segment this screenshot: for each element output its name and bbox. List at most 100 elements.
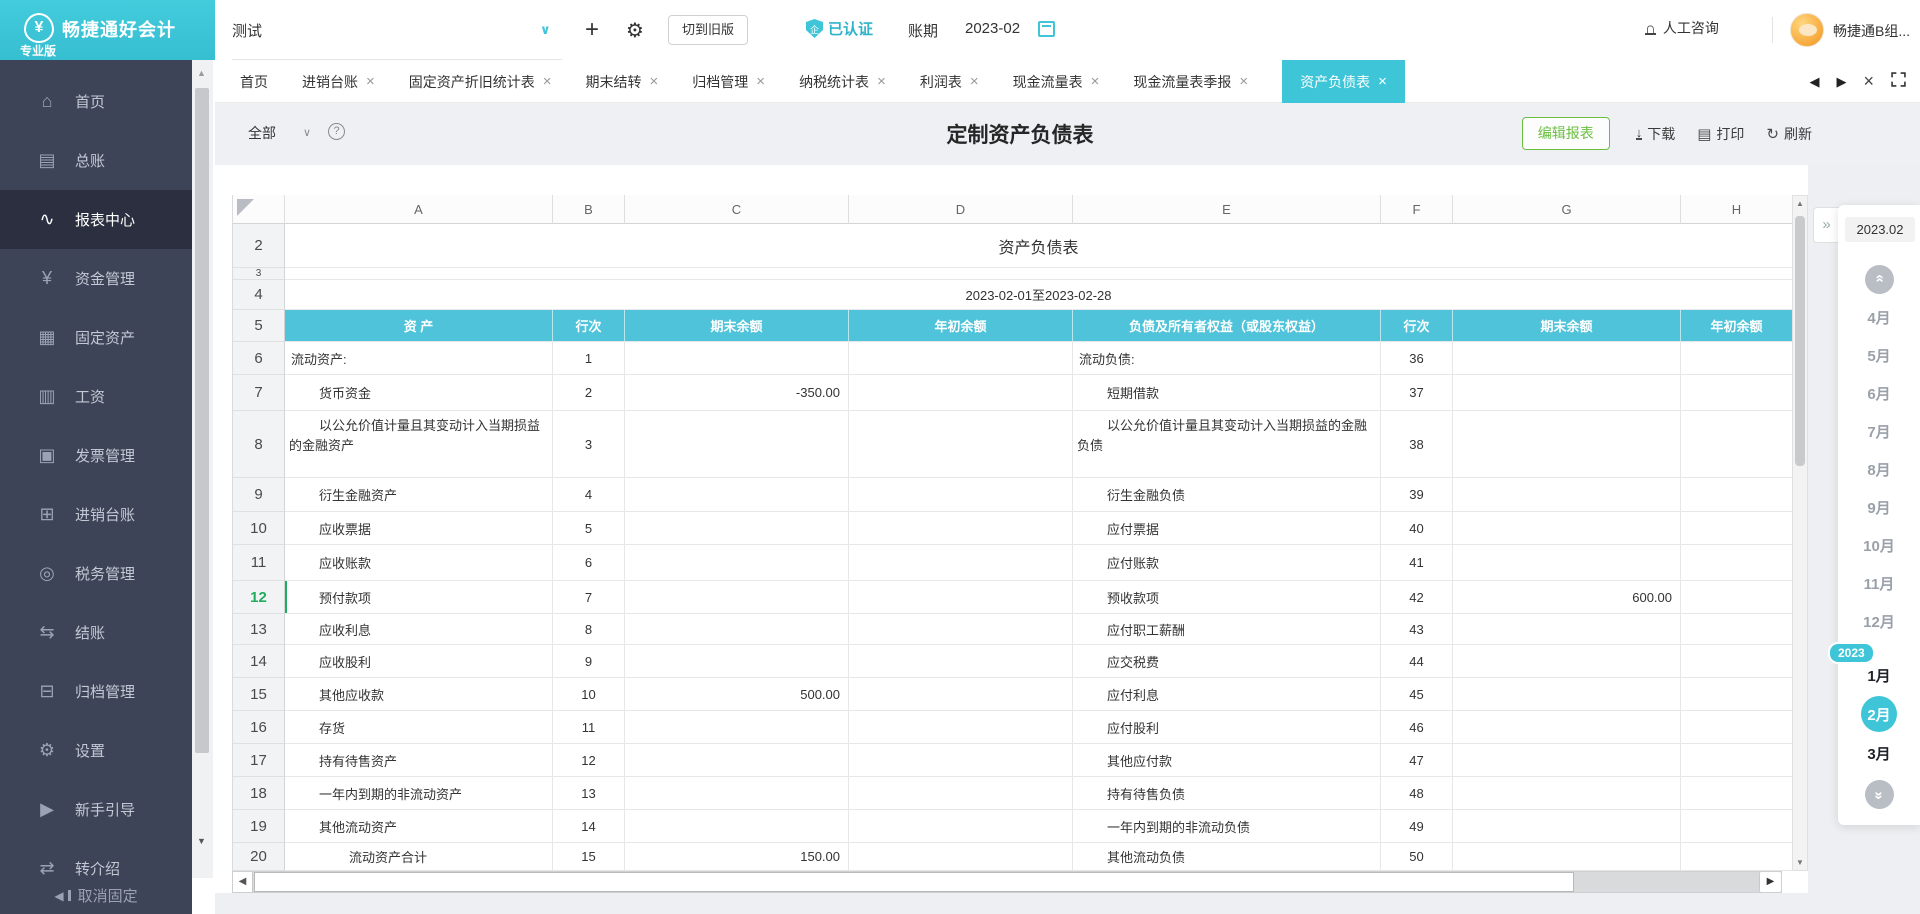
unpin-sidebar-button[interactable]: ◀ 取消固定 bbox=[0, 877, 192, 914]
asset-name-cell[interactable]: 预付款项 bbox=[285, 581, 553, 614]
liability-ending-balance-cell[interactable] bbox=[1453, 545, 1681, 581]
close-icon[interactable]: × bbox=[970, 73, 979, 90]
row-number[interactable]: 16 bbox=[233, 711, 285, 744]
asset-name-cell[interactable]: 应收利息 bbox=[285, 614, 553, 645]
asset-ending-balance-cell[interactable] bbox=[625, 342, 849, 375]
tab-9[interactable]: 现金流量表季报 × bbox=[1133, 72, 1248, 92]
tab-5[interactable]: 归档管理 × bbox=[692, 72, 765, 92]
asset-line-no-cell[interactable]: 15 bbox=[553, 843, 625, 871]
sidebar-item-9[interactable]: ◎ 税务管理 bbox=[0, 544, 192, 603]
scroll-up-icon[interactable]: ▲ bbox=[197, 68, 206, 78]
table-header-cell[interactable]: 年初余额 bbox=[1681, 310, 1792, 342]
close-icon[interactable]: × bbox=[1863, 71, 1874, 92]
asset-ending-balance-cell[interactable] bbox=[625, 777, 849, 810]
asset-line-no-cell[interactable]: 9 bbox=[553, 645, 625, 678]
asset-line-no-cell[interactable]: 1 bbox=[553, 342, 625, 375]
sheet-vertical-scrollbar[interactable]: ▲ ▼ bbox=[1792, 195, 1808, 871]
asset-ending-balance-cell[interactable] bbox=[625, 711, 849, 744]
liability-beginning-balance-cell[interactable] bbox=[1681, 711, 1792, 744]
liability-ending-balance-cell[interactable] bbox=[1453, 375, 1681, 411]
asset-line-no-cell[interactable]: 6 bbox=[553, 545, 625, 581]
table-header-cell[interactable]: 行次 bbox=[553, 310, 625, 342]
liability-line-no-cell[interactable]: 45 bbox=[1381, 678, 1453, 711]
liability-ending-balance-cell[interactable] bbox=[1453, 478, 1681, 512]
row-number[interactable]: 14 bbox=[233, 645, 285, 678]
row-number[interactable]: 12 bbox=[233, 581, 285, 614]
table-header-cell[interactable]: 资 产 bbox=[285, 310, 553, 342]
row-number[interactable]: 19 bbox=[233, 810, 285, 843]
liability-line-no-cell[interactable]: 46 bbox=[1381, 711, 1453, 744]
scroll-up-icon[interactable]: ▲ bbox=[1796, 199, 1804, 208]
liability-line-no-cell[interactable]: 44 bbox=[1381, 645, 1453, 678]
tab-8[interactable]: 现金流量表 × bbox=[1013, 72, 1100, 92]
asset-name-cell[interactable]: 货币资金 bbox=[285, 375, 553, 411]
print-button[interactable]: ▤ 打印 bbox=[1697, 124, 1744, 144]
report-title-cell[interactable]: 资产负债表 bbox=[285, 224, 1792, 268]
asset-line-no-cell[interactable]: 8 bbox=[553, 614, 625, 645]
liability-line-no-cell[interactable]: 38 bbox=[1381, 411, 1453, 478]
liability-line-no-cell[interactable]: 37 bbox=[1381, 375, 1453, 411]
liability-beginning-balance-cell[interactable] bbox=[1681, 342, 1792, 375]
liability-line-no-cell[interactable]: 47 bbox=[1381, 744, 1453, 777]
asset-line-no-cell[interactable]: 4 bbox=[553, 478, 625, 512]
month-item[interactable]: 9月 bbox=[1867, 488, 1890, 526]
row-number[interactable]: 3 bbox=[233, 268, 285, 280]
liability-beginning-balance-cell[interactable] bbox=[1681, 512, 1792, 545]
switch-old-version-button[interactable]: 切到旧版 bbox=[668, 15, 749, 45]
gear-icon[interactable]: ⚙ bbox=[626, 18, 644, 43]
sidebar-item-6[interactable]: ▥ 工资 bbox=[0, 367, 192, 426]
liability-ending-balance-cell[interactable] bbox=[1453, 843, 1681, 871]
vertical-scroll-thumb[interactable] bbox=[1795, 216, 1805, 466]
liability-name-cell[interactable]: 一年内到期的非流动负债 bbox=[1073, 810, 1381, 843]
period-value[interactable]: 2023-02 bbox=[965, 20, 1020, 37]
liability-beginning-balance-cell[interactable] bbox=[1681, 810, 1792, 843]
asset-name-cell[interactable]: 其他应收款 bbox=[285, 678, 553, 711]
liability-beginning-balance-cell[interactable] bbox=[1681, 478, 1792, 512]
column-header-B[interactable]: B bbox=[553, 195, 625, 224]
close-icon[interactable]: × bbox=[650, 73, 659, 90]
liability-ending-balance-cell[interactable] bbox=[1453, 711, 1681, 744]
select-all-corner[interactable] bbox=[233, 195, 285, 224]
date-range-cell[interactable]: 2023-02-01至2023-02-28 bbox=[285, 280, 1792, 310]
row-number[interactable]: 5 bbox=[233, 310, 285, 342]
asset-name-cell[interactable]: 流动资产: bbox=[285, 342, 553, 375]
close-icon[interactable]: × bbox=[877, 73, 886, 90]
liability-name-cell[interactable]: 其他应付款 bbox=[1073, 744, 1381, 777]
month-item[interactable]: 7月 bbox=[1867, 412, 1890, 450]
month-item-selected[interactable]: 2月 bbox=[1861, 696, 1897, 732]
liability-beginning-balance-cell[interactable] bbox=[1681, 545, 1792, 581]
row-number[interactable]: 18 bbox=[233, 777, 285, 810]
liability-beginning-balance-cell[interactable] bbox=[1681, 777, 1792, 810]
sidebar-item-1[interactable]: ⌂ 首页 bbox=[0, 72, 192, 131]
month-item[interactable]: 5月 bbox=[1867, 336, 1890, 374]
liability-line-no-cell[interactable]: 40 bbox=[1381, 512, 1453, 545]
month-item[interactable]: 6月 bbox=[1867, 374, 1890, 412]
sidebar-item-3[interactable]: ∿ 报表中心 bbox=[0, 190, 192, 249]
refresh-button[interactable]: ↻ 刷新 bbox=[1766, 124, 1812, 144]
liability-ending-balance-cell[interactable] bbox=[1453, 777, 1681, 810]
sidebar-item-11[interactable]: ⊟ 归档管理 bbox=[0, 662, 192, 721]
sidebar-scroll-thumb[interactable] bbox=[195, 88, 209, 753]
scroll-left-icon[interactable]: ◀ bbox=[233, 872, 253, 892]
asset-beginning-balance-cell[interactable] bbox=[849, 810, 1073, 843]
asset-ending-balance-cell[interactable]: -350.00 bbox=[625, 375, 849, 411]
liability-beginning-balance-cell[interactable] bbox=[1681, 678, 1792, 711]
tab-1[interactable]: 首页 bbox=[240, 72, 268, 92]
liability-beginning-balance-cell[interactable] bbox=[1681, 843, 1792, 871]
asset-name-cell[interactable]: 以公允价值计量且其变动计入当期损益的金融资产 bbox=[285, 411, 553, 478]
sidebar-item-4[interactable]: ¥ 资金管理 bbox=[0, 249, 192, 308]
asset-beginning-balance-cell[interactable] bbox=[849, 411, 1073, 478]
liability-line-no-cell[interactable]: 36 bbox=[1381, 342, 1453, 375]
asset-ending-balance-cell[interactable] bbox=[625, 545, 849, 581]
tab-10[interactable]: 资产负债表 × bbox=[1282, 60, 1405, 103]
sidebar-item-13[interactable]: ▶ 新手引导 bbox=[0, 780, 192, 839]
asset-line-no-cell[interactable]: 14 bbox=[553, 810, 625, 843]
liability-ending-balance-cell[interactable] bbox=[1453, 614, 1681, 645]
month-item[interactable]: 4月 bbox=[1867, 298, 1890, 336]
avatar[interactable] bbox=[1790, 13, 1824, 47]
liability-ending-balance-cell[interactable] bbox=[1453, 342, 1681, 375]
asset-beginning-balance-cell[interactable] bbox=[849, 777, 1073, 810]
liability-ending-balance-cell[interactable]: 600.00 bbox=[1453, 581, 1681, 614]
liability-name-cell[interactable]: 以公允价值计量且其变动计入当期损益的金融负债 bbox=[1073, 411, 1381, 478]
months-scroll-up-icon[interactable]: » bbox=[1864, 265, 1894, 294]
